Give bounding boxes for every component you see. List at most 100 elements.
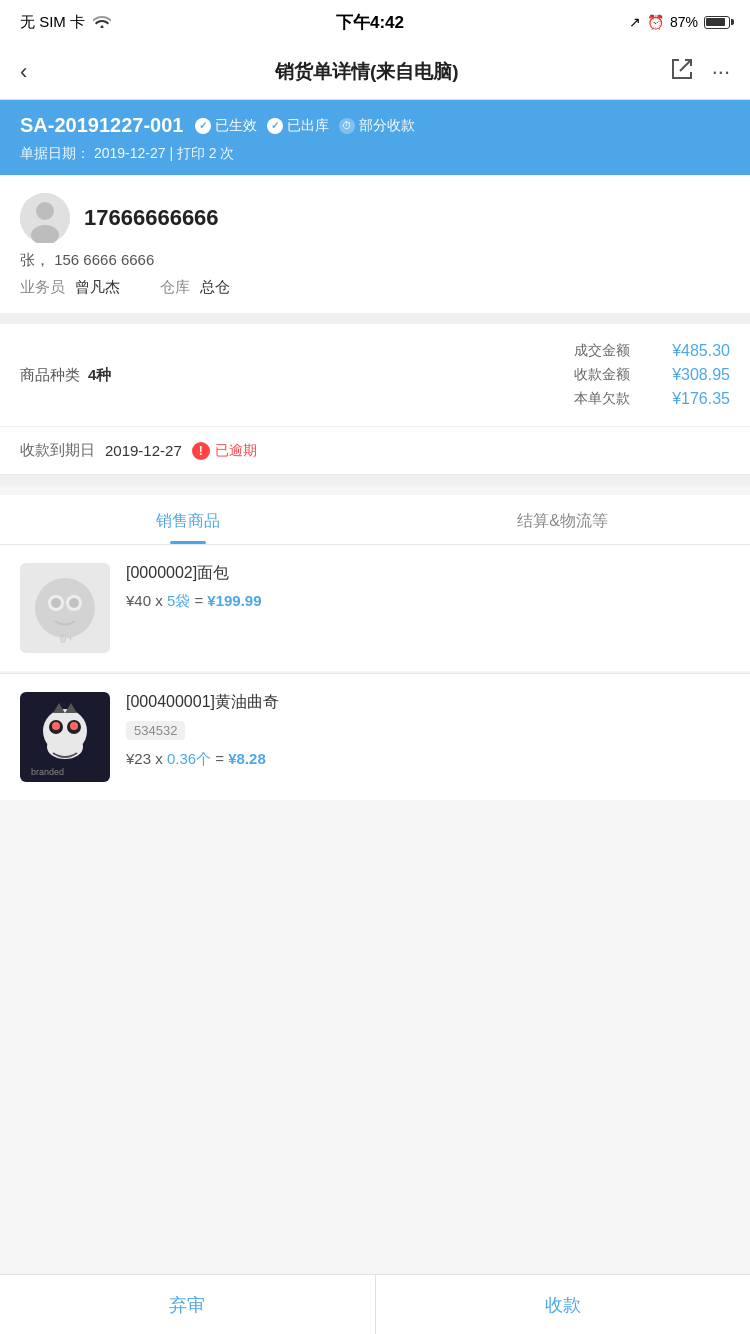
product-type-count: 商品种类 4种 [20,342,111,408]
status-right: ↗ ⏰ 87% [629,14,730,30]
badge-shipped: ✓ 已出库 [267,117,329,135]
svg-text:🦉+: 🦉+ [58,633,73,643]
product-image-1: 🦉+ [20,563,110,653]
product-list: 🦉+ [0000002]面包 ¥40 x 5袋 = ¥199.99 [0,545,750,800]
received-label: 收款金额 [574,366,630,384]
page-title: 销货单详情(来自电脑) [275,59,459,85]
clock-icon: ⏱ [339,118,355,134]
status-left: 无 SIM 卡 [20,13,111,32]
avatar [20,193,70,243]
sales-info: 业务员 曾凡杰 [20,278,120,297]
svg-point-3 [35,578,95,638]
product-image-2: branded [20,692,110,782]
status-time: 下午4:42 [336,11,404,34]
nav-actions: ··· [670,57,730,87]
received-value: ¥308.95 [650,366,730,384]
status-badges: ✓ 已生效 ✓ 已出库 ⏱ 部分收款 [195,117,415,135]
spacer-bottom [0,802,750,872]
badge-partial-payment: ⏱ 部分收款 [339,117,415,135]
order-id: SA-20191227-001 [20,114,183,137]
product-price-1: ¥40 x 5袋 = ¥199.99 [126,592,730,611]
customer-section: 17666666666 张， 156 6666 6666 业务员 曾凡杰 仓库 … [0,175,750,314]
due-label: 收款到期日 [20,441,95,460]
sales-label: 业务员 [20,278,65,295]
warehouse-info: 仓库 总仓 [160,278,230,297]
financial-stats: 成交金额 ¥485.30 收款金额 ¥308.95 本单欠款 ¥176.35 [574,342,730,408]
deal-amount: 成交金额 ¥485.30 [574,342,730,360]
tab-settlement-label: 结算&物流等 [517,512,608,529]
divider-2 [0,475,750,485]
divider-1 [0,314,750,324]
order-date-row: 单据日期： 2019-12-27 | 打印 2 次 [20,145,730,163]
price-qty-1: 5袋 [167,592,190,609]
badge-activated: ✓ 已生效 [195,117,257,135]
overdue-badge: ! 已逾期 [192,442,257,460]
alarm-icon: ⏰ [647,14,664,30]
deal-value: ¥485.30 [650,342,730,360]
product-name-2: [000400001]黄油曲奇 [126,692,730,713]
price-qty-2: 0.36个 [167,750,211,767]
svg-point-6 [51,598,61,608]
reject-label: 弃审 [169,1293,205,1317]
debt-amount: 本单欠款 ¥176.35 [574,390,730,408]
warehouse-label: 仓库 [160,278,190,295]
wifi-icon [93,14,111,31]
tabs-row: 销售商品 结算&物流等 [0,495,750,544]
product-item-1: 🦉+ [0000002]面包 ¥40 x 5袋 = ¥199.99 [0,545,750,671]
customer-phone: 17666666666 [84,205,219,231]
debt-label: 本单欠款 [574,390,630,408]
more-button[interactable]: ··· [712,59,730,85]
product-info-2: [000400001]黄油曲奇 534532 ¥23 x 0.36个 = ¥8.… [126,692,730,769]
received-amount: 收款金额 ¥308.95 [574,366,730,384]
svg-point-7 [69,598,79,608]
check-icon-2: ✓ [267,118,283,134]
type-count: 4种 [88,366,111,385]
deal-label: 成交金额 [574,342,630,360]
due-date-value: 2019-12-27 [105,442,182,459]
location-icon: ↗ [629,14,641,30]
customer-meta: 业务员 曾凡杰 仓库 总仓 [20,278,730,297]
tab-settlement[interactable]: 结算&物流等 [375,495,750,544]
status-bar: 无 SIM 卡 下午4:42 ↗ ⏰ 87% [0,0,750,44]
export-button[interactable] [670,57,694,87]
customer-name-phone: 张， 156 6666 6666 [20,251,730,270]
sales-name: 曾凡杰 [75,278,120,295]
nav-bar: ‹ 销货单详情(来自电脑) ··· [0,44,750,100]
debt-value: ¥176.35 [650,390,730,408]
collect-label: 收款 [545,1293,581,1317]
customer-contact-phone: 156 6666 6666 [54,251,154,268]
overdue-icon: ! [192,442,210,460]
price-base-2: ¥23 [126,750,151,767]
tabs-section: 销售商品 结算&物流等 [0,495,750,545]
svg-text:branded: branded [31,767,64,777]
price-total-2: ¥8.28 [228,750,266,767]
bottom-bar: 弃审 收款 [0,1274,750,1334]
svg-point-14 [70,722,78,730]
product-item-2: branded [000400001]黄油曲奇 534532 ¥23 x 0.3… [0,674,750,800]
tab-sales-products[interactable]: 销售商品 [0,495,375,544]
battery-percentage: 87% [670,14,698,30]
product-name-1: [0000002]面包 [126,563,730,584]
product-info-1: [0000002]面包 ¥40 x 5袋 = ¥199.99 [126,563,730,611]
check-icon: ✓ [195,118,211,134]
svg-point-15 [47,735,83,759]
print-info: | 打印 2 次 [169,145,234,161]
price-total-1: ¥199.99 [207,592,261,609]
back-button[interactable]: ‹ [20,59,64,85]
svg-point-13 [52,722,60,730]
order-date-value: 2019-12-27 [94,145,166,161]
carrier-text: 无 SIM 卡 [20,13,85,32]
reject-button[interactable]: 弃审 [0,1275,376,1334]
svg-point-1 [36,202,54,220]
date-label: 单据日期： [20,145,90,161]
collect-button[interactable]: 收款 [376,1275,751,1334]
order-header: SA-20191227-001 ✓ 已生效 ✓ 已出库 ⏱ 部分收款 单据日期：… [0,100,750,175]
stats-section: 商品种类 4种 成交金额 ¥485.30 收款金额 ¥308.95 本单欠款 ¥… [0,324,750,427]
due-date-section: 收款到期日 2019-12-27 ! 已逾期 [0,427,750,475]
product-price-2: ¥23 x 0.36个 = ¥8.28 [126,750,730,769]
product-tag-2: 534532 [126,721,185,740]
overdue-text: 已逾期 [215,442,257,460]
price-base-1: ¥40 [126,592,151,609]
warehouse-name: 总仓 [200,278,230,295]
customer-surname: 张， [20,251,50,268]
